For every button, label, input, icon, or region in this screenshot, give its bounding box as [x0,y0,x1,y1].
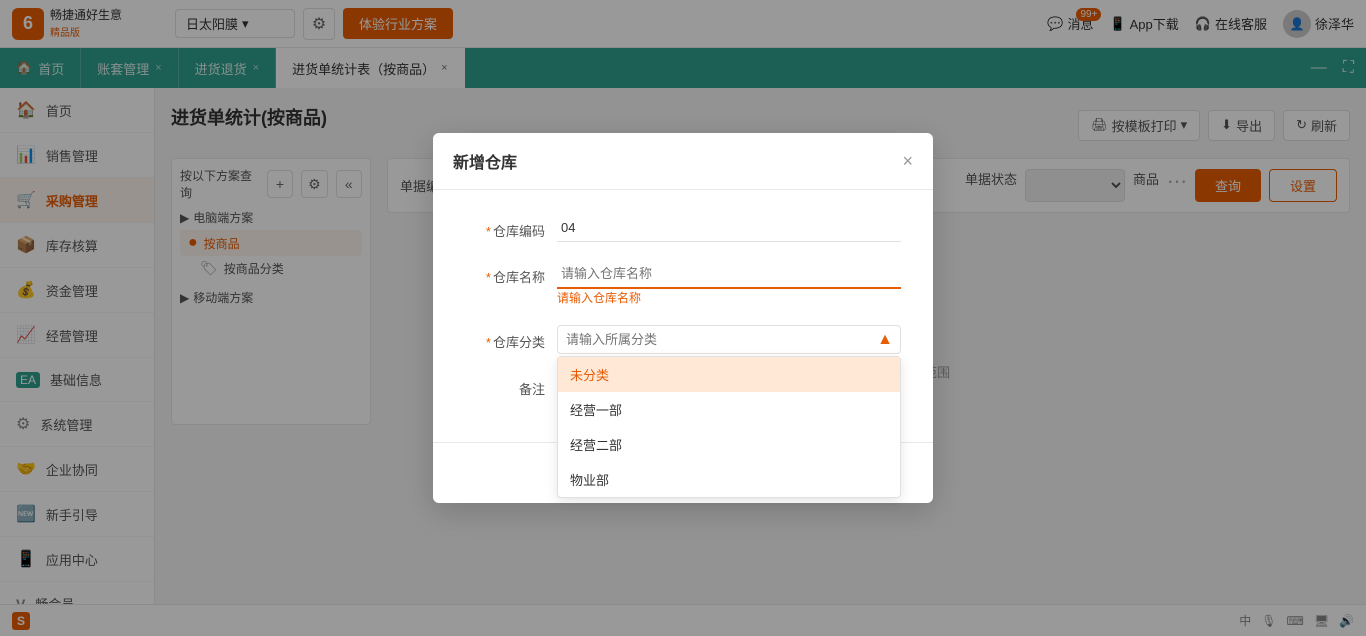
category-input[interactable] [557,325,901,354]
name-input-wrap [557,260,901,289]
name-error-msg: 请输入仓库名称 [557,291,641,305]
category-label: *仓库分类 [465,325,545,351]
modal-title: 新增仓库 [453,149,517,173]
dropdown-item-dept2[interactable]: 经营二部 [558,427,900,462]
code-input-wrap: 04 [557,214,901,242]
modal-close-btn[interactable]: × [902,151,913,172]
dropdown-item-dept3[interactable]: 物业部 [558,462,900,497]
code-label: *仓库编码 [465,214,545,240]
warehouse-code-input[interactable] [557,214,901,242]
dropdown-item-dept1[interactable]: 经营一部 [558,392,900,427]
modal-new-warehouse: 新增仓库 × *仓库编码 04 *仓库名称 请输 [433,133,933,503]
category-arrow-icon[interactable]: ▲ [877,331,893,349]
category-dropdown: 未分类 经营一部 经营二部 物业部 [557,356,901,498]
warehouse-code-row: *仓库编码 04 [465,214,901,242]
dropdown-item-uncategorized[interactable]: 未分类 [558,357,900,392]
remark-label: 备注 [465,372,545,398]
name-label: *仓库名称 [465,260,545,286]
warehouse-name-row: *仓库名称 请输入仓库名称 [465,260,901,307]
modal-header: 新增仓库 × [433,133,933,190]
modal-body: *仓库编码 04 *仓库名称 请输入仓库名称 [433,190,933,442]
warehouse-name-input[interactable] [557,260,901,289]
warehouse-category-row: *仓库分类 ▲ 未分类 经营一部 经营二部 物业部 [465,325,901,354]
category-input-wrap: ▲ 未分类 经营一部 经营二部 物业部 [557,325,901,354]
